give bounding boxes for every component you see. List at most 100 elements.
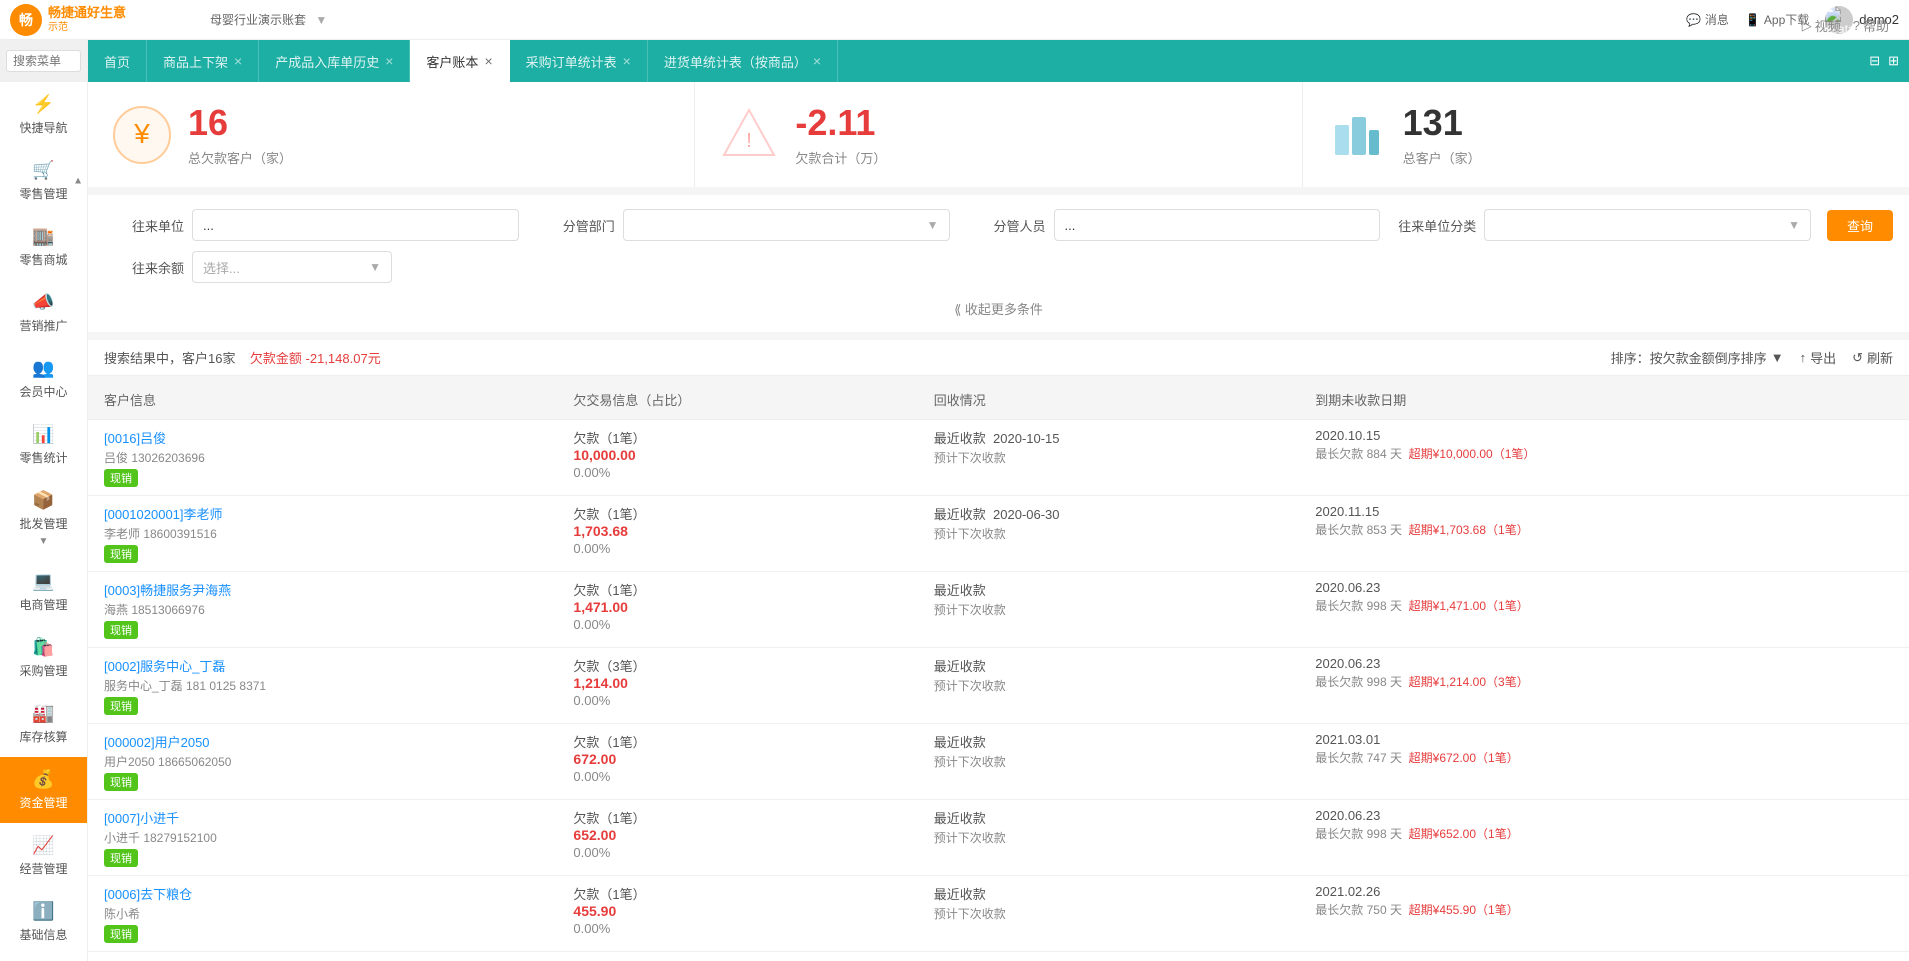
balance-select[interactable]: 选择... ▼	[192, 251, 392, 283]
sidebar: ⚡ 快捷导航 🛒 零售管理 ▲ 🏬 零售商城 📣 营销推广 👥 会员中心 �	[0, 40, 88, 961]
sidebar-item-retail-mall[interactable]: 🏬 零售商城	[0, 214, 87, 280]
person-dots: ...	[1065, 218, 1076, 233]
tab-product-list[interactable]: 商品上下架 ×	[147, 40, 259, 82]
tab-customer-account-label: 客户账本	[426, 52, 478, 71]
tab-collapse-icon[interactable]: ⊟	[1869, 53, 1880, 69]
sidebar-item-ecom[interactable]: 💻 电商管理	[0, 559, 87, 625]
customer-tag: 现销	[104, 469, 138, 487]
overdue-link[interactable]: 超期¥1,471.00（1笔）	[1409, 599, 1529, 613]
customer-id-link[interactable]: [0002]服务中心_丁磊	[104, 656, 541, 675]
overdue-link[interactable]: 超期¥1,703.68（1笔）	[1409, 523, 1529, 537]
table-row: [0001020001]李老师 李老师 18600391516 现销 欠款（1笔…	[88, 496, 1909, 572]
customer-tag: 现销	[104, 849, 138, 867]
tab-purchase-stats[interactable]: 采购订单统计表 ×	[510, 40, 648, 82]
next-collect: 预计下次收款	[934, 829, 1283, 846]
sort-label[interactable]: 排序：按欠款金额倒序排序 ▼	[1611, 348, 1784, 367]
person-input[interactable]: ...	[1054, 209, 1381, 241]
close-tab-product-list[interactable]: ×	[234, 53, 242, 69]
overdue-info: 最长欠款 853 天 超期¥1,703.68（1笔）	[1315, 521, 1893, 538]
sidebar-item-sys[interactable]: ⚙️ 系统管理	[0, 955, 87, 961]
result-customer-count: 搜索结果中，客户16家	[104, 351, 235, 366]
customer-id-link[interactable]: [0003]畅捷服务尹海燕	[104, 580, 541, 599]
top-bar: 畅 畅捷通好生意 示范 母婴行业演示账套 ▼ 💬 消息 📱 App下载	[0, 0, 1909, 40]
due-date: 2020.11.15	[1315, 504, 1893, 519]
filter-person: 分管人员 ...	[966, 209, 1381, 241]
logo-text: 畅捷通好生意	[48, 5, 126, 22]
customer-tag: 现销	[104, 621, 138, 639]
result-bar: 搜索结果中，客户16家 欠款金额 -21,148.07元 排序：按欠款金额倒序排…	[88, 340, 1909, 376]
customer-id-link[interactable]: [000002]用户2050	[104, 732, 541, 751]
app-download-btn[interactable]: 📱 App下载	[1745, 11, 1809, 28]
overdue-link[interactable]: 超期¥455.90（1笔）	[1409, 903, 1519, 917]
message-btn[interactable]: 💬 消息	[1686, 11, 1729, 28]
table-row: [0002]服务中心_丁磊 服务中心_丁磊 181 0125 8371 现销 欠…	[88, 648, 1909, 724]
debt-percent: 0.00%	[573, 845, 901, 860]
basic-info-icon: ℹ️	[32, 901, 54, 922]
close-tab-customer-account[interactable]: ×	[484, 53, 492, 69]
tab-home[interactable]: 首页	[88, 40, 147, 82]
customer-id-link[interactable]: [0001020001]李老师	[104, 504, 541, 523]
sidebar-item-ops[interactable]: 📈 经营管理	[0, 823, 87, 889]
sidebar-item-member[interactable]: 👥 会员中心	[0, 346, 87, 412]
sidebar-item-batch-mgmt[interactable]: 📦 批发管理 ▼	[0, 478, 87, 559]
sidebar-item-quick-nav[interactable]: ⚡ 快捷导航	[0, 82, 87, 148]
export-btn[interactable]: ↑ 导出	[1800, 348, 1837, 367]
next-collect: 预计下次收款	[934, 449, 1283, 466]
table-row: [000002]用户2050 用户2050 18665062050 现销 欠款（…	[88, 724, 1909, 800]
col-due-date: 到期未收款日期	[1299, 380, 1909, 420]
sidebar-search-area[interactable]	[0, 40, 87, 82]
col-recover: 回收情况	[918, 380, 1299, 420]
debt-amount: 455.90	[573, 903, 901, 919]
customer-sub: 海燕 18513066976	[104, 601, 541, 618]
balance-placeholder: 选择...	[203, 258, 240, 277]
total-customers-icon	[1327, 105, 1387, 165]
page-content: ¥ 16 总欠款客户（家） !	[88, 82, 1909, 961]
refresh-btn[interactable]: ↺ 刷新	[1852, 348, 1893, 367]
unit-type-select[interactable]: ▼	[1484, 209, 1811, 241]
stats-row: ¥ 16 总欠款客户（家） !	[88, 82, 1909, 187]
tab-goods-stats[interactable]: 进货单统计表（按商品） ×	[648, 40, 838, 82]
customer-id-link[interactable]: [0007]小进千	[104, 808, 541, 827]
customer-id-link[interactable]: [0016]吕俊	[104, 428, 541, 447]
sidebar-item-purchase[interactable]: 🛍️ 采购管理	[0, 625, 87, 691]
svg-text:!: !	[747, 130, 753, 152]
sidebar-item-inventory[interactable]: 🏭 库存核算	[0, 691, 87, 757]
sidebar-item-marketing[interactable]: 📣 营销推广	[0, 280, 87, 346]
sidebar-item-basic-info[interactable]: ℹ️ 基础信息	[0, 889, 87, 955]
overdue-link[interactable]: 超期¥10,000.00（1笔）	[1409, 447, 1536, 461]
from-unit-label: 往来单位	[104, 216, 184, 235]
search-input[interactable]	[6, 50, 81, 72]
sidebar-item-retail-mgmt[interactable]: 🛒 零售管理 ▲	[0, 148, 87, 214]
sidebar-item-label: 电商管理	[19, 596, 67, 613]
search-button[interactable]: 查询	[1827, 210, 1893, 241]
batch-mgmt-icon: 📦	[32, 490, 54, 511]
tab-customer-account[interactable]: 客户账本 ×	[410, 40, 509, 82]
overdue-link[interactable]: 超期¥1,214.00（3笔）	[1409, 675, 1529, 689]
stat-card-total-customers: 131 总客户（家） ▷ 视频 ? 帮助	[1303, 82, 1909, 187]
close-tab-product-history[interactable]: ×	[385, 53, 393, 69]
customer-sub: 用户2050 18665062050	[104, 753, 541, 770]
recent-collect: 最近收款	[934, 808, 1283, 827]
collapse-filters[interactable]: ⟪ 收起更多条件	[104, 293, 1893, 324]
sidebar-item-retail-stats[interactable]: 📊 零售统计	[0, 412, 87, 478]
close-tab-purchase-stats[interactable]: ×	[623, 53, 631, 69]
sidebar-item-capital[interactable]: 💰 资金管理	[0, 757, 87, 823]
debt-amount-number: -2.11	[795, 102, 886, 144]
stat-info-debt-customers: 16 总欠款客户（家）	[188, 102, 292, 167]
debt-percent: 0.00%	[573, 617, 901, 632]
filter-row-1: 往来单位 ... 分管部门 ▼	[104, 209, 1893, 241]
customer-tag: 现销	[104, 697, 138, 715]
overdue-link[interactable]: 超期¥652.00（1笔）	[1409, 827, 1519, 841]
tab-expand-icon[interactable]: ⊞	[1888, 53, 1899, 69]
table-row: [0007]小进千 小进千 18279152100 现销 欠款（1笔） 652.…	[88, 800, 1909, 876]
dept-select[interactable]: ▼	[623, 209, 950, 241]
next-collect: 预计下次收款	[934, 905, 1283, 922]
from-unit-input[interactable]: ...	[192, 209, 519, 241]
close-tab-goods-stats[interactable]: ×	[813, 53, 821, 69]
from-unit-dots: ...	[203, 218, 214, 233]
customer-id-link[interactable]: [0006]去下粮仓	[104, 884, 541, 903]
sidebar-item-label: 采购管理	[19, 662, 67, 679]
overdue-link[interactable]: 超期¥672.00（1笔）	[1409, 751, 1519, 765]
sidebar-item-label: 零售商城	[19, 251, 67, 268]
tab-product-history[interactable]: 产成品入库单历史 ×	[259, 40, 410, 82]
